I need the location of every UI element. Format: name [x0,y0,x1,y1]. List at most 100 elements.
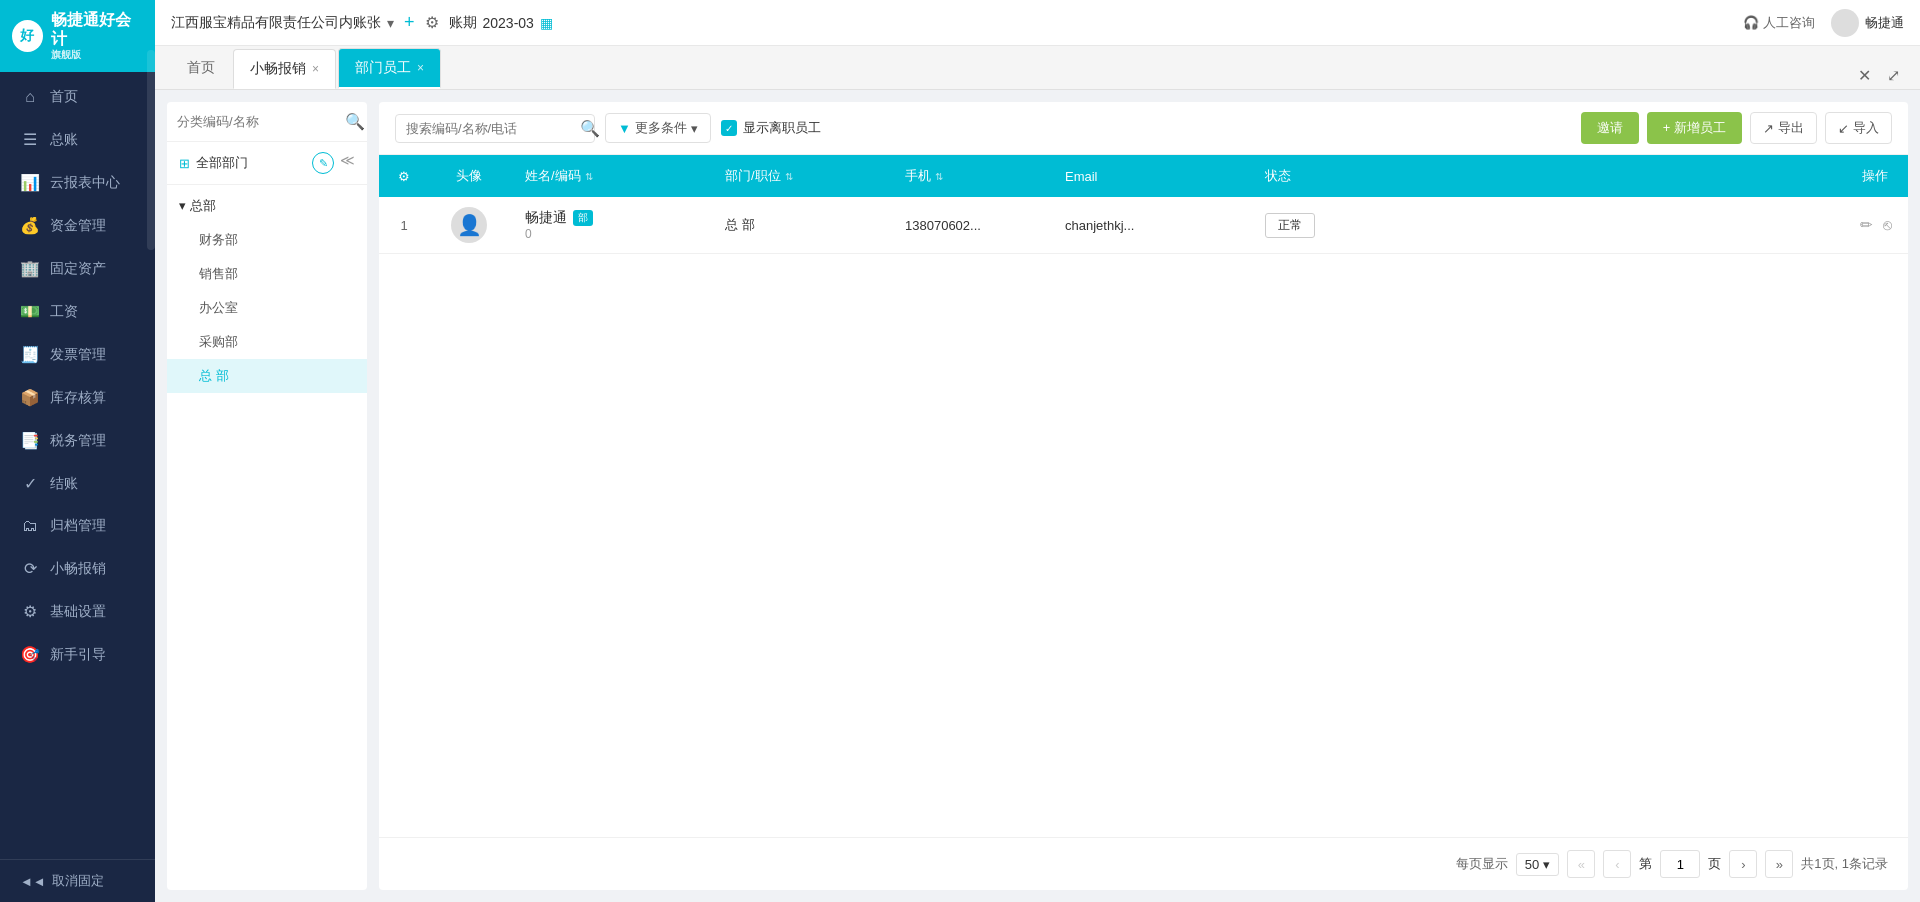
employee-panel: 🔍 ▼ 更多条件 ▾ ✓ 显示离职员工 邀请 + 新增员工 ↗ 导出 [379,102,1908,890]
tab-expense-label: 小畅报销 [250,60,306,78]
sidebar-item-checkout[interactable]: ✓ 结账 [0,462,155,505]
sidebar-item-label: 固定资产 [50,260,106,278]
sidebar-item-ledger[interactable]: ☰ 总账 [0,118,155,161]
sidebar-item-label: 基础设置 [50,603,106,621]
invite-button[interactable]: 邀请 [1581,112,1639,144]
dept-badge: 部 [573,210,593,226]
all-dept-label[interactable]: 全部部门 [196,154,248,172]
dept-search-icon[interactable]: 🔍 [345,112,365,131]
tab-expand-button[interactable]: ⤢ [1883,62,1904,89]
show-resigned-checkbox-label[interactable]: ✓ 显示离职员工 [721,119,821,137]
support-button[interactable]: 🎧 人工咨询 [1743,14,1815,32]
unpin-button[interactable]: ◄◄ 取消固定 [0,859,155,902]
col-phone[interactable]: 手机 ⇅ [889,155,1049,197]
filter-button[interactable]: ▼ 更多条件 ▾ [605,113,711,143]
dept-item-caigou[interactable]: 采购部 [167,325,367,359]
export-button[interactable]: ↗ 导出 [1750,112,1817,144]
prev-page-button[interactable]: ‹ [1603,850,1631,878]
company-dropdown-icon[interactable]: ▾ [387,15,394,31]
sidebar-scrollbar[interactable] [147,50,155,250]
col-name[interactable]: 姓名/编码 ⇅ [509,155,709,197]
col-avatar: 头像 [429,155,509,197]
sidebar-item-label: 小畅报销 [50,560,106,578]
topbar-right: 🎧 人工咨询 畅捷通 [1743,9,1904,37]
checkout-icon: ✓ [20,474,40,493]
last-page-button[interactable]: » [1765,850,1793,878]
settings-button[interactable]: ⚙ [425,13,439,32]
employee-search: 🔍 [395,114,595,143]
first-page-button[interactable]: « [1567,850,1595,878]
sidebar-item-label: 总账 [50,131,78,149]
sidebar-item-label: 结账 [50,475,78,493]
show-resigned-label: 显示离职员工 [743,119,821,137]
dept-item-bangong[interactable]: 办公室 [167,291,367,325]
col-dept[interactable]: 部门/职位 ⇅ [709,155,889,197]
tabbar-actions: ✕ ⤢ [1854,62,1904,89]
search-icon[interactable]: 🔍 [580,119,600,138]
reports-icon: 📊 [20,173,40,192]
col-settings[interactable]: ⚙ [379,155,429,197]
logout-employee-button[interactable]: ⎋ [1883,216,1892,234]
tax-icon: 📑 [20,431,40,450]
sidebar-nav: ⌂ 首页 ☰ 总账 📊 云报表中心 💰 资金管理 🏢 固定资产 💵 工资 🧾 发… [0,72,155,859]
col-email: Email [1049,155,1249,197]
employee-search-input[interactable] [406,121,574,136]
col-status: 状态 [1249,155,1409,197]
add-employee-button[interactable]: + 新增员工 [1647,112,1742,144]
calendar-icon[interactable]: ▦ [540,15,553,31]
sidebar-item-funds[interactable]: 💰 资金管理 [0,204,155,247]
dept-item-caiwu[interactable]: 财务部 [167,223,367,257]
app-logo[interactable]: 好 畅捷通好会计 旗舰版 [0,0,155,72]
tab-employee-close[interactable]: × [417,61,424,75]
sidebar-item-inventory[interactable]: 📦 库存核算 [0,376,155,419]
sidebar-item-assets[interactable]: 🏢 固定资产 [0,247,155,290]
sidebar-item-home[interactable]: ⌂ 首页 [0,76,155,118]
dept-edit-button[interactable]: ✎ [312,152,334,174]
sidebar-item-guide[interactable]: 🎯 新手引导 [0,633,155,676]
unpin-label: 取消固定 [52,872,104,890]
edit-employee-button[interactable]: ✏ [1860,216,1873,234]
sidebar-item-label: 工资 [50,303,78,321]
company-name[interactable]: 江西服宝精品有限责任公司内账张 ▾ [171,14,394,32]
dept-item-xiaoshou[interactable]: 销售部 [167,257,367,291]
tab-expense[interactable]: 小畅报销 × [233,49,336,89]
row-avatar-cell: 👤 [429,197,509,254]
dept-collapse-button[interactable]: ≪ [340,152,355,174]
sidebar-item-label: 归档管理 [50,517,106,535]
page-size-select[interactable]: 50 ▾ [1516,853,1559,876]
tab-employee[interactable]: 部门员工 × [338,48,441,89]
dept-parent-zongbu[interactable]: ▾ 总部 [167,189,367,223]
row-status-cell: 正常 [1249,197,1409,254]
page-input[interactable] [1660,850,1700,878]
import-button[interactable]: ↙ 导入 [1825,112,1892,144]
salary-icon: 💵 [20,302,40,321]
unpin-icon: ◄◄ [20,874,46,889]
sidebar-item-tax[interactable]: 📑 税务管理 [0,419,155,462]
tab-expense-close[interactable]: × [312,62,319,76]
avatar-icon: 👤 [457,213,482,237]
user-menu[interactable]: 畅捷通 [1831,9,1904,37]
sidebar-item-settings[interactable]: ⚙ 基础设置 [0,590,155,633]
department-tree: ▾ 总部 财务部 销售部 办公室 采购部 总 部 [167,185,367,890]
show-resigned-checkbox[interactable]: ✓ [721,120,737,136]
tab-home[interactable]: 首页 [171,49,231,89]
next-page-button[interactable]: › [1729,850,1757,878]
dept-search-input[interactable] [177,114,345,129]
sidebar-item-invoice[interactable]: 🧾 发票管理 [0,333,155,376]
sidebar-item-archive[interactable]: 🗂 归档管理 [0,505,155,547]
app-version: 旗舰版 [51,48,143,62]
employee-table-container: ⚙ 头像 姓名/编码 ⇅ 部门/职位 [379,155,1908,837]
settings-icon: ⚙ [20,602,40,621]
dept-item-zongbu[interactable]: 总 部 [167,359,367,393]
archive-icon: 🗂 [20,517,40,535]
toolbar-right-actions: 邀请 + 新增员工 ↗ 导出 ↙ 导入 [1581,112,1892,144]
tab-close-button[interactable]: ✕ [1854,62,1875,89]
page-size-label: 每页显示 [1456,855,1508,873]
sidebar-item-label: 库存核算 [50,389,106,407]
sidebar-item-expense[interactable]: ⟳ 小畅报销 [0,547,155,590]
avatar: 👤 [451,207,487,243]
sidebar-item-salary[interactable]: 💵 工资 [0,290,155,333]
expense-icon: ⟳ [20,559,40,578]
sidebar-item-reports[interactable]: 📊 云报表中心 [0,161,155,204]
add-company-button[interactable]: + [404,12,415,33]
